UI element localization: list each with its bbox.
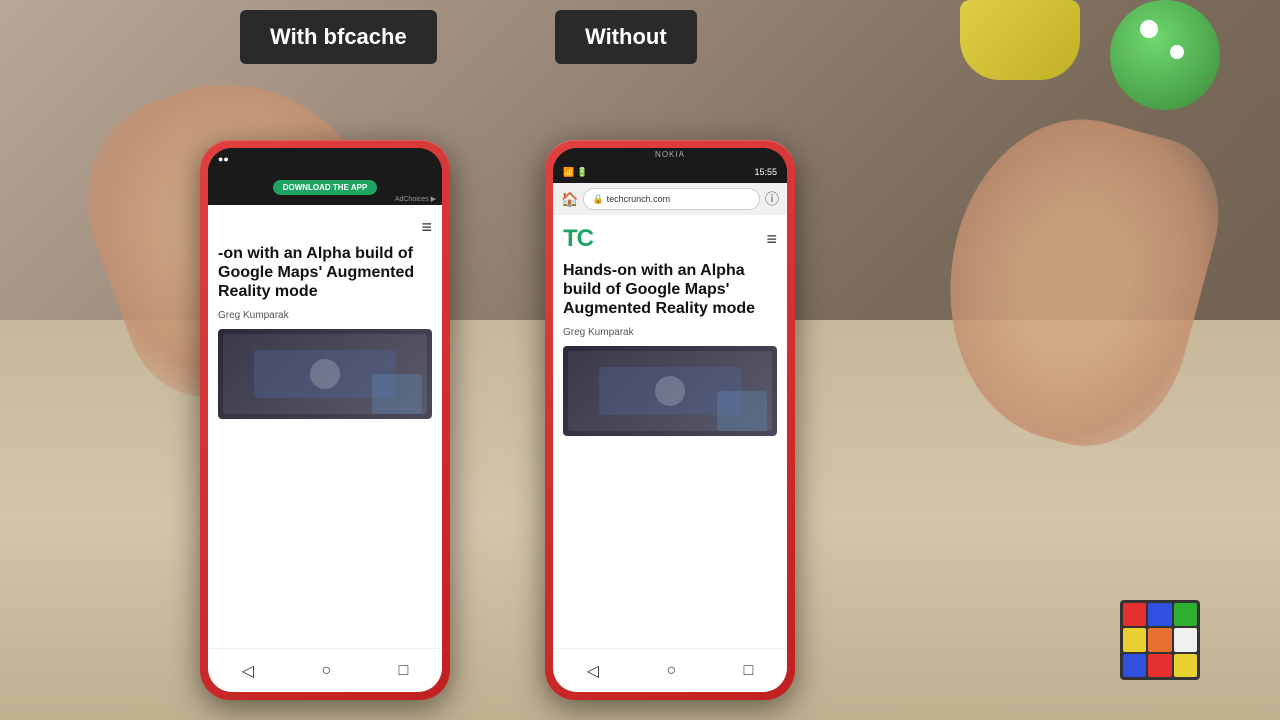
ad-download-text: DOWNLOAD THE APP: [283, 183, 368, 192]
left-back-button[interactable]: ◁: [242, 661, 254, 681]
yellow-object: [960, 0, 1080, 80]
right-article-image: [563, 346, 777, 436]
right-lock-icon: 🔒: [592, 194, 603, 205]
right-nav-bar: ◁ ○ □: [553, 648, 787, 692]
left-recent-button[interactable]: □: [399, 662, 409, 680]
left-phone-wrapper: ●● DOWNLOAD THE APP AdChoices ▶ ≡: [200, 140, 450, 700]
tc-logo: TC: [563, 225, 593, 253]
ad-banner: DOWNLOAD THE APP AdChoices ▶: [208, 170, 442, 205]
right-back-button[interactable]: ◁: [587, 661, 599, 681]
right-recent-button[interactable]: □: [744, 662, 754, 680]
right-phone-screen: NOKIA 📶 🔋 15:55 🏠 🔒 techcrunch.com ⓘ: [553, 148, 787, 692]
right-menu-icon[interactable]: ≡: [766, 229, 777, 250]
rubiks-cube: [1120, 600, 1200, 680]
ad-download-button[interactable]: DOWNLOAD THE APP: [273, 180, 378, 195]
right-time: 15:55: [754, 167, 777, 177]
ad-choices: AdChoices ▶: [395, 195, 436, 203]
left-phone-screen: ●● DOWNLOAD THE APP AdChoices ▶ ≡: [208, 148, 442, 692]
right-status-bar: 📶 🔋 15:55: [553, 161, 787, 183]
left-article-image: [218, 329, 432, 419]
label-without: Without: [555, 10, 697, 64]
right-phone-wrapper: NOKIA 📶 🔋 15:55 🏠 🔒 techcrunch.com ⓘ: [545, 140, 795, 700]
left-nav-bar: ◁ ○ □: [208, 648, 442, 692]
label-without-text: Without: [585, 24, 667, 49]
right-home-icon[interactable]: 🏠: [561, 191, 578, 208]
label-with-bfcache-text: With bfcache: [270, 24, 407, 49]
right-status-icons: 📶 🔋: [563, 167, 588, 178]
right-url-input[interactable]: 🔒 techcrunch.com: [583, 188, 760, 210]
right-home-button[interactable]: ○: [666, 662, 676, 680]
left-phone: ●● DOWNLOAD THE APP AdChoices ▶ ≡: [200, 140, 450, 700]
left-status-bar: ●●: [208, 148, 442, 170]
right-address-bar[interactable]: 🏠 🔒 techcrunch.com ⓘ: [553, 183, 787, 215]
right-author: Greg Kumparak: [563, 327, 777, 338]
right-article-title: Hands-on with an Alpha build of Google M…: [563, 261, 777, 319]
left-article-title: -on with an Alpha build of Google Maps' …: [218, 244, 432, 302]
label-with-bfcache: With bfcache: [240, 10, 437, 64]
left-author: Greg Kumparak: [218, 310, 432, 321]
green-ball: [1110, 0, 1220, 110]
left-home-button[interactable]: ○: [321, 662, 331, 680]
right-url-text: techcrunch.com: [607, 194, 671, 204]
right-info-icon[interactable]: ⓘ: [765, 189, 779, 209]
nokia-brand: NOKIA: [553, 148, 787, 161]
right-browser-content[interactable]: TC ≡ Hands-on with an Alpha build of Goo…: [553, 215, 787, 648]
left-browser-content[interactable]: ≡ -on with an Alpha build of Google Maps…: [208, 205, 442, 648]
right-phone: NOKIA 📶 🔋 15:55 🏠 🔒 techcrunch.com ⓘ: [545, 140, 795, 700]
left-menu-icon[interactable]: ≡: [421, 217, 432, 238]
left-status-icons: ●●: [218, 154, 229, 164]
